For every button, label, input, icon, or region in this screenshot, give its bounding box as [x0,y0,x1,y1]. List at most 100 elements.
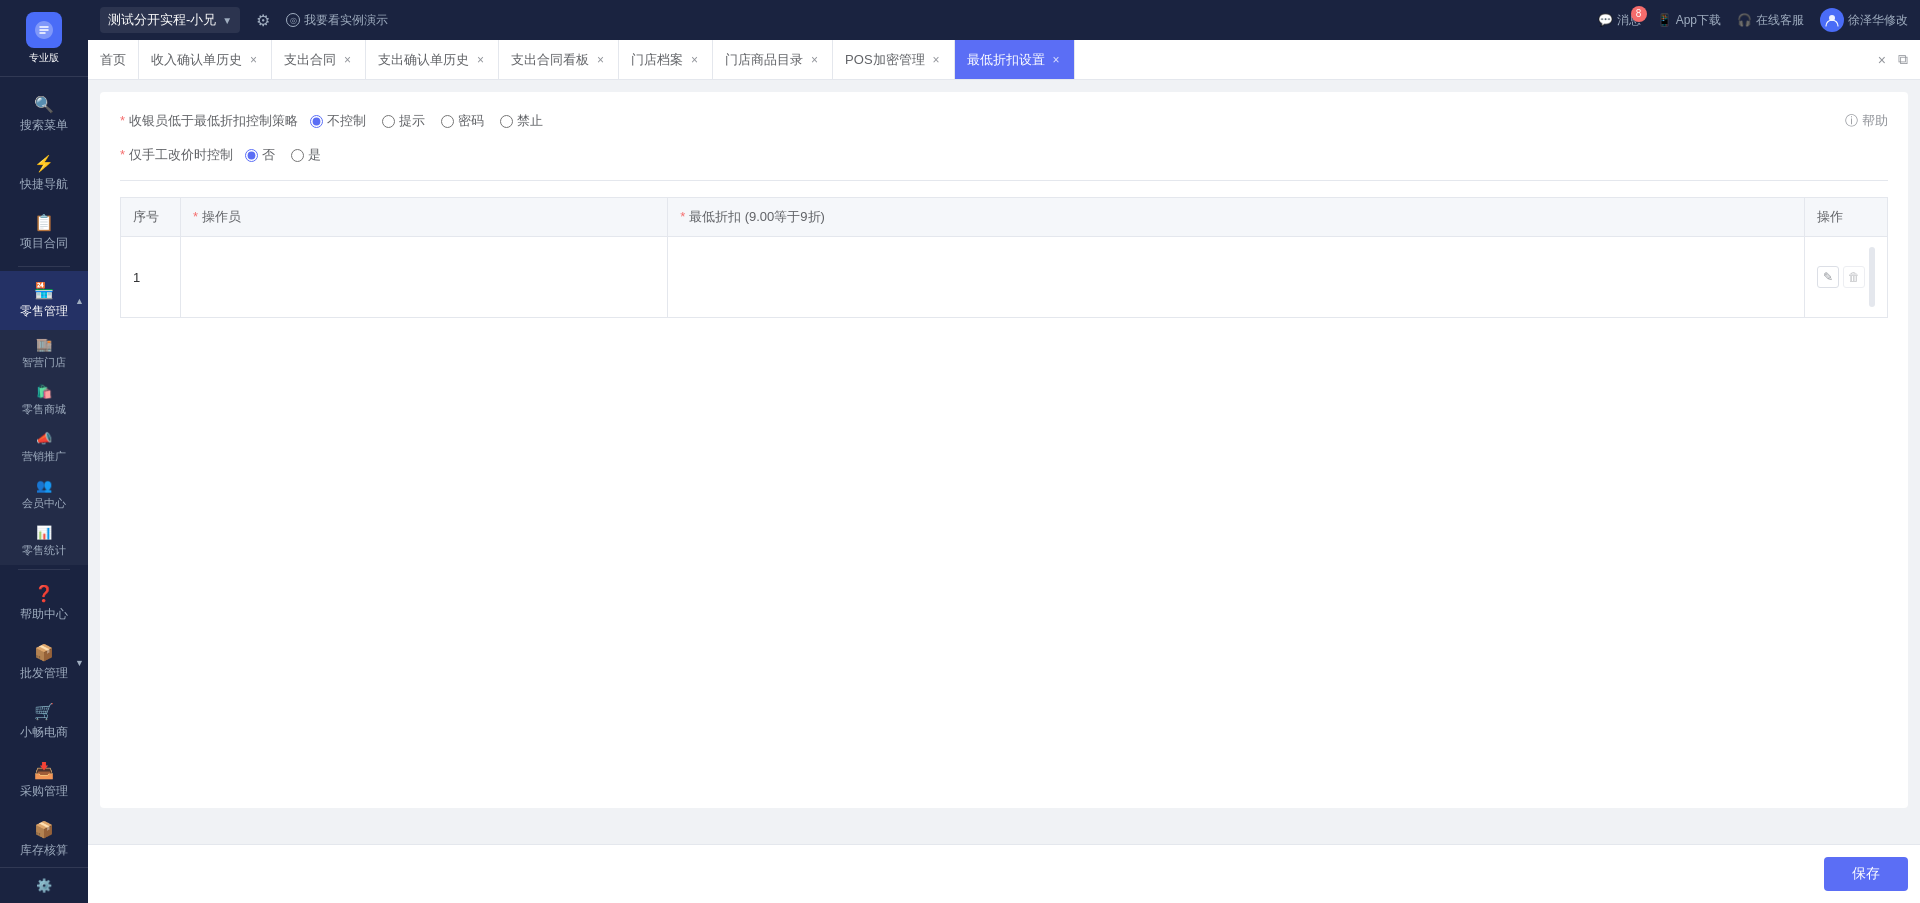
content-area: ⓘ 帮助 收银员低于最低折扣控制策略 不控制 提示 [88,80,1920,844]
user-info[interactable]: 徐泽华修改 [1820,8,1908,32]
main-area: 测试分开实程-小兄 ▼ ⚙ ◎ 我要看实例演示 💬 消息 8 📱 App下载 🎧… [88,0,1920,903]
project-selector[interactable]: 测试分开实程-小兄 ▼ [100,7,240,33]
manual-control-form-row: 仅手工改价时控制 否 是 [120,146,1888,164]
manual-control-radio-group: 否 是 [245,146,321,164]
manual-radio-no[interactable]: 否 [245,146,275,164]
policy-radio-no-control[interactable]: 不控制 [310,112,366,130]
policy-radio-forbidden[interactable]: 禁止 [500,112,543,130]
table-edit-button[interactable]: ✎ [1817,266,1839,288]
header-settings-button[interactable]: ⚙ [256,11,270,30]
sidebar-item-shortcut[interactable]: ⚡ 快捷导航 [0,144,88,203]
avatar [1820,8,1844,32]
manual-radio-yes-input[interactable] [291,149,304,162]
tab-min-discount-close[interactable]: × [1051,52,1062,68]
sidebar-item-marketing[interactable]: 📣 营销推广 [0,424,88,471]
help-circle-icon: ⓘ [1845,112,1858,130]
tab-store-file-close[interactable]: × [689,52,700,68]
sidebar-item-purchase[interactable]: 📥 采购管理 [0,751,88,810]
message-icon: 💬 [1598,13,1613,27]
search-icon: 🔍 [34,95,54,114]
sidebar-settings-button[interactable]: ⚙️ [0,867,88,903]
tabs-actions: × ⧉ [1866,47,1920,72]
tab-payment-board[interactable]: 支出合同看板 × [499,40,619,79]
sidebar-item-retail[interactable]: 🏪 零售管理 ▲ [0,271,88,330]
save-button[interactable]: 保存 [1824,857,1908,891]
sidebar-item-wholesale[interactable]: 📦 批发管理 ▼ [0,633,88,692]
policy-label: 收银员低于最低折扣控制策略 [120,112,298,130]
customer-service-button[interactable]: 🎧 在线客服 [1737,12,1804,29]
tab-store-file[interactable]: 门店档案 × [619,40,713,79]
sidebar-item-project[interactable]: 📋 项目合同 [0,203,88,262]
sidebar-navigation: 🔍 搜索菜单 ⚡ 快捷导航 📋 项目合同 🏪 零售管理 ▲ 🏬 智营门店 🛍️ … [0,77,88,867]
tab-expand-button[interactable]: ⧉ [1894,47,1912,72]
sidebar-item-label: 智营门店 [22,355,66,370]
manual-control-label: 仅手工改价时控制 [120,146,233,164]
policy-radio-password-input[interactable] [441,115,454,128]
manual-no-label: 否 [262,146,275,164]
policy-radio-forbidden-input[interactable] [500,115,513,128]
table-header-row: 序号 * 操作员 * 最低折扣 (9.00等于9折) 操作 [121,198,1888,237]
policy-radio-tip[interactable]: 提示 [382,112,425,130]
tab-income-confirm-close[interactable]: × [248,52,259,68]
help-button[interactable]: ⓘ 帮助 [1845,112,1888,130]
tab-pos-pwd[interactable]: POS加密管理 × [833,40,954,79]
sidebar-item-retail-mall[interactable]: 🛍️ 零售商城 [0,377,88,424]
sidebar-item-inventory[interactable]: 📦 库存核算 [0,810,88,867]
policy-radio-password[interactable]: 密码 [441,112,484,130]
tab-payment-confirm-close[interactable]: × [475,52,486,68]
tab-payment-contract[interactable]: 支出合同 × [272,40,366,79]
tab-min-discount[interactable]: 最低折扣设置 × [955,40,1075,79]
tab-store-product[interactable]: 门店商品目录 × [713,40,833,79]
tab-home[interactable]: 首页 [88,40,139,79]
cell-min-discount [668,237,1805,318]
manual-radio-no-input[interactable] [245,149,258,162]
app-logo-text: 专业版 [29,52,59,64]
form-section: 收银员低于最低折扣控制策略 不控制 提示 密码 [120,112,1888,181]
sidebar-item-label: 采购管理 [20,783,68,800]
col-operator: * 操作员 [181,198,668,237]
sidebar-item-help[interactable]: ❓ 帮助中心 [0,574,88,633]
row-seq-value: 1 [133,270,140,285]
tab-pos-pwd-close[interactable]: × [931,52,942,68]
message-badge: 8 [1631,6,1647,22]
tab-payment-board-close[interactable]: × [595,52,606,68]
purchase-icon: 📥 [34,761,54,780]
sidebar-item-retail-stats[interactable]: 📊 零售统计 [0,518,88,565]
policy-radio-tip-input[interactable] [382,115,395,128]
tab-payment-contract-close[interactable]: × [342,52,353,68]
sidebar-item-search[interactable]: 🔍 搜索菜单 [0,85,88,144]
sidebar-item-label: 搜索菜单 [20,117,68,134]
sidebar-item-label: 零售统计 [22,543,66,558]
help-icon: ❓ [34,584,54,603]
app-download-button[interactable]: 📱 App下载 [1657,12,1721,29]
project-name: 测试分开实程-小兄 [108,11,216,29]
tab-income-confirm[interactable]: 收入确认单历史 × [139,40,272,79]
data-table: 序号 * 操作员 * 最低折扣 (9.00等于9折) 操作 [120,197,1888,318]
sidebar-item-smart-store[interactable]: 🏬 智营门店 [0,330,88,377]
smart-store-icon: 🏬 [36,337,52,352]
sidebar-item-member[interactable]: 👥 会员中心 [0,471,88,518]
table-row: 1 ✎ 🗑 [121,237,1888,318]
table-header: 序号 * 操作员 * 最低折扣 (9.00等于9折) 操作 [121,198,1888,237]
customer-service-label: 在线客服 [1756,12,1804,29]
tab-close-button[interactable]: × [1874,48,1890,72]
content-footer: 保存 [88,844,1920,903]
manual-yes-label: 是 [308,146,321,164]
table-container: 序号 * 操作员 * 最低折扣 (9.00等于9折) 操作 [120,197,1888,318]
tab-home-label: 首页 [100,51,126,69]
policy-radio-no-control-input[interactable] [310,115,323,128]
demo-link[interactable]: ◎ 我要看实例演示 [286,12,388,29]
gear-icon: ⚙ [256,12,270,29]
table-delete-button[interactable]: 🗑 [1843,266,1865,288]
message-button[interactable]: 💬 消息 8 [1598,12,1641,29]
settings-icon: ⚙️ [36,878,52,893]
sidebar-item-label: 帮助中心 [20,606,68,623]
manual-radio-yes[interactable]: 是 [291,146,321,164]
tab-store-product-close[interactable]: × [809,52,820,68]
sidebar-item-label: 批发管理 [20,665,68,682]
tab-payment-confirm[interactable]: 支出确认单历史 × [366,40,499,79]
retail-stats-icon: 📊 [36,525,52,540]
sidebar-logo: 专业版 [0,0,88,77]
sidebar-item-ecommerce[interactable]: 🛒 小畅电商 [0,692,88,751]
download-icon: 📱 [1657,13,1672,27]
